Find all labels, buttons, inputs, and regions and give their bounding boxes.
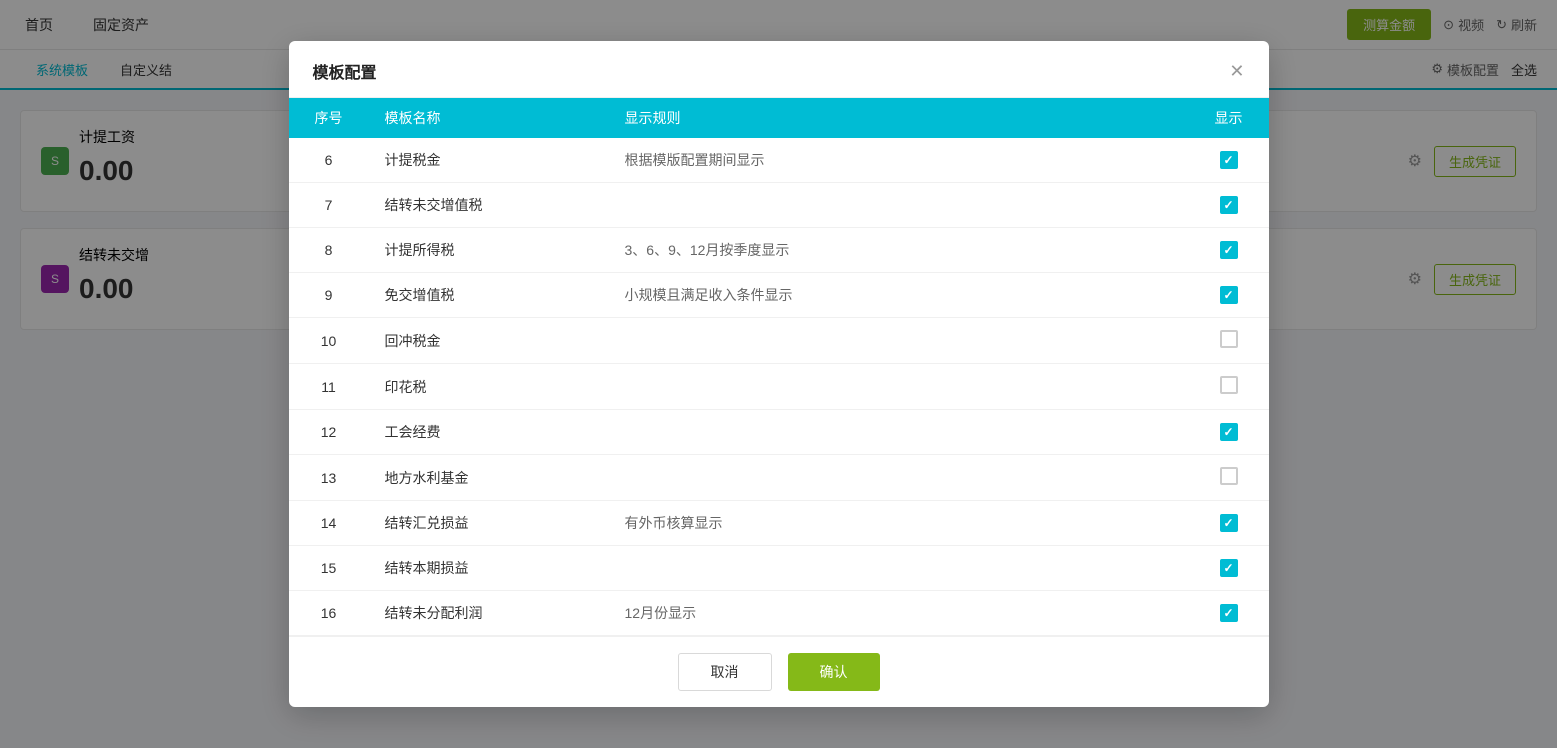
modal-body[interactable]: 序号 模板名称 显示规则 显示 6计提税金根据模版配置期间显示7结转未交增值税8… <box>289 98 1269 636</box>
checkbox-7[interactable] <box>1220 196 1238 214</box>
table-row: 6计提税金根据模版配置期间显示 <box>289 138 1269 183</box>
table-body: 6计提税金根据模版配置期间显示7结转未交增值税8计提所得税3、6、9、12月按季… <box>289 138 1269 636</box>
cell-rule <box>609 546 1189 591</box>
checkbox-9[interactable] <box>1220 286 1238 304</box>
cell-index: 12 <box>289 410 369 455</box>
checkbox-11[interactable] <box>1220 376 1238 394</box>
table-row: 14结转汇兑损益有外币核算显示 <box>289 501 1269 546</box>
cell-index: 10 <box>289 318 369 364</box>
cell-name: 回冲税金 <box>369 318 609 364</box>
checkbox-12[interactable] <box>1220 423 1238 441</box>
table-row: 12工会经费 <box>289 410 1269 455</box>
cell-checkbox[interactable] <box>1189 364 1269 410</box>
table-row: 11印花税 <box>289 364 1269 410</box>
cell-checkbox[interactable] <box>1189 273 1269 318</box>
checkbox-13[interactable] <box>1220 467 1238 485</box>
cell-checkbox[interactable] <box>1189 501 1269 546</box>
cell-index: 8 <box>289 228 369 273</box>
cell-rule <box>609 364 1189 410</box>
checkbox-14[interactable] <box>1220 514 1238 532</box>
cell-index: 15 <box>289 546 369 591</box>
cell-checkbox[interactable] <box>1189 546 1269 591</box>
cell-index: 6 <box>289 138 369 183</box>
cell-rule: 根据模版配置期间显示 <box>609 138 1189 183</box>
checkbox-8[interactable] <box>1220 241 1238 259</box>
cell-index: 11 <box>289 364 369 410</box>
cell-checkbox[interactable] <box>1189 410 1269 455</box>
cell-rule <box>609 318 1189 364</box>
cell-checkbox[interactable] <box>1189 318 1269 364</box>
cell-index: 13 <box>289 455 369 501</box>
table-row: 10回冲税金 <box>289 318 1269 364</box>
modal-title: 模板配置 <box>313 59 377 83</box>
table-row: 13地方水利基金 <box>289 455 1269 501</box>
cell-name: 结转未分配利润 <box>369 591 609 636</box>
checkbox-15[interactable] <box>1220 559 1238 577</box>
cell-name: 印花税 <box>369 364 609 410</box>
modal-close-button[interactable]: ✕ <box>1229 62 1244 80</box>
col-rule: 显示规则 <box>609 98 1189 138</box>
modal-footer: 取消 确认 <box>289 636 1269 707</box>
cell-name: 工会经费 <box>369 410 609 455</box>
cell-rule <box>609 455 1189 501</box>
table-row: 9免交增值税小规模且满足收入条件显示 <box>289 273 1269 318</box>
cell-rule <box>609 183 1189 228</box>
table-row: 7结转未交增值税 <box>289 183 1269 228</box>
cell-name: 地方水利基金 <box>369 455 609 501</box>
modal-header: 模板配置 ✕ <box>289 41 1269 98</box>
cell-rule: 3、6、9、12月按季度显示 <box>609 228 1189 273</box>
cell-checkbox[interactable] <box>1189 138 1269 183</box>
checkbox-10[interactable] <box>1220 330 1238 348</box>
cell-index: 7 <box>289 183 369 228</box>
cell-rule <box>609 410 1189 455</box>
table-row: 16结转未分配利润12月份显示 <box>289 591 1269 636</box>
cell-index: 14 <box>289 501 369 546</box>
cell-name: 结转汇兑损益 <box>369 501 609 546</box>
cell-name: 结转未交增值税 <box>369 183 609 228</box>
cell-name: 免交增值税 <box>369 273 609 318</box>
table-row: 15结转本期损益 <box>289 546 1269 591</box>
cell-rule: 小规模且满足收入条件显示 <box>609 273 1189 318</box>
cell-checkbox[interactable] <box>1189 591 1269 636</box>
cell-index: 16 <box>289 591 369 636</box>
modal-overlay: 模板配置 ✕ 序号 模板名称 显示规则 显示 6计提税金根据模版配置期间显示7结… <box>0 0 1557 748</box>
cell-rule: 有外币核算显示 <box>609 501 1189 546</box>
confirm-button[interactable]: 确认 <box>788 653 880 691</box>
table-row: 8计提所得税3、6、9、12月按季度显示 <box>289 228 1269 273</box>
cell-checkbox[interactable] <box>1189 183 1269 228</box>
modal-template-config: 模板配置 ✕ 序号 模板名称 显示规则 显示 6计提税金根据模版配置期间显示7结… <box>289 41 1269 707</box>
col-name: 模板名称 <box>369 98 609 138</box>
checkbox-16[interactable] <box>1220 604 1238 622</box>
cell-checkbox[interactable] <box>1189 228 1269 273</box>
cell-name: 计提税金 <box>369 138 609 183</box>
col-show: 显示 <box>1189 98 1269 138</box>
checkbox-6[interactable] <box>1220 151 1238 169</box>
cell-checkbox[interactable] <box>1189 455 1269 501</box>
config-table: 序号 模板名称 显示规则 显示 6计提税金根据模版配置期间显示7结转未交增值税8… <box>289 98 1269 636</box>
col-index: 序号 <box>289 98 369 138</box>
table-header: 序号 模板名称 显示规则 显示 <box>289 98 1269 138</box>
cell-name: 结转本期损益 <box>369 546 609 591</box>
cancel-button[interactable]: 取消 <box>678 653 772 691</box>
cell-name: 计提所得税 <box>369 228 609 273</box>
cell-index: 9 <box>289 273 369 318</box>
cell-rule: 12月份显示 <box>609 591 1189 636</box>
